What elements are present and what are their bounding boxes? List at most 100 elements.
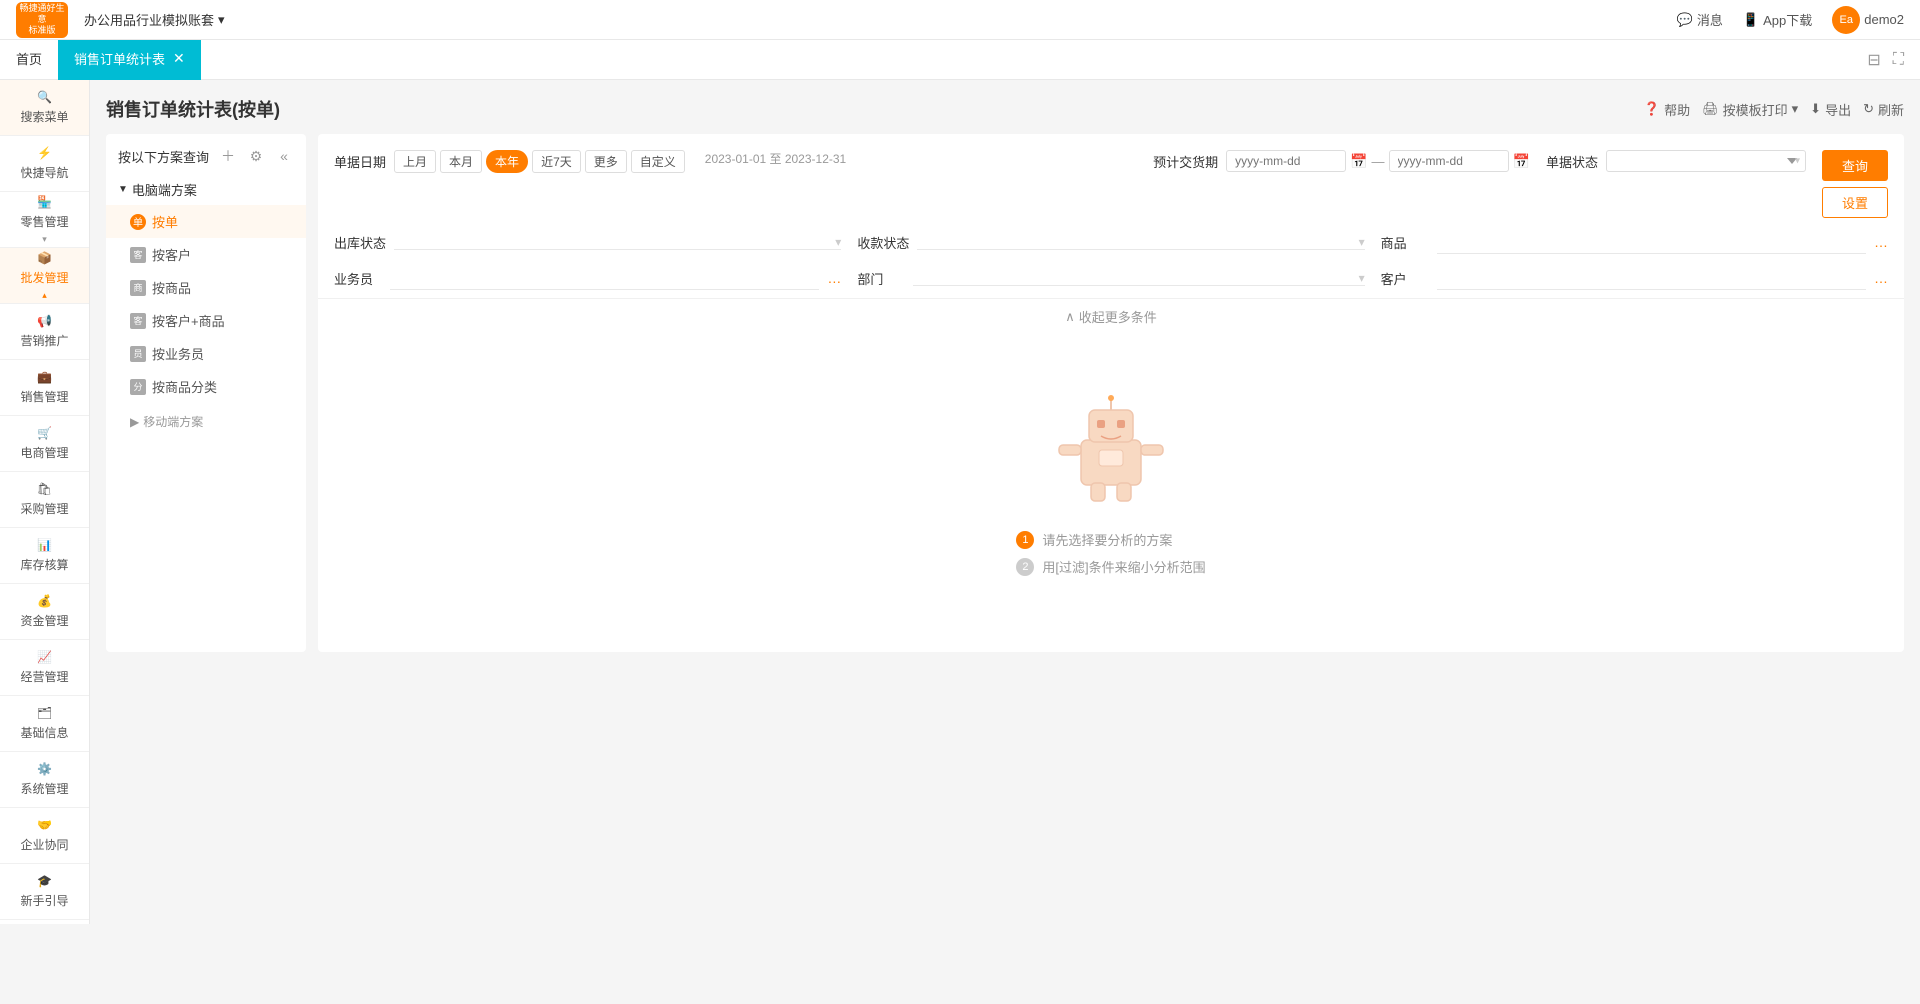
mobile-section-header[interactable]: ▶ 移动端方案 (106, 407, 306, 436)
scheme-item-by-salesperson[interactable]: 员 按业务员 (106, 337, 306, 370)
sidebar-item-enterprise[interactable]: 🤝 企业协同 (0, 808, 89, 864)
scheme-label: 按客户 (152, 245, 191, 264)
sidebar-item-ecommerce[interactable]: 🛒 电商管理 (0, 416, 89, 472)
sidebar-item-appstore[interactable]: 🔲 应用中心 (0, 920, 89, 924)
scheme-label: 按单 (152, 212, 178, 231)
sidebar-item-label: 库存核算 (20, 556, 68, 573)
out-status-select-wrap: ▾ (394, 234, 841, 250)
main-content: 销售订单统计表(按单) ❓ 帮助 🖨 按模板打印 ▾ ⬇ 导出 ↻ 刷新 (90, 80, 1920, 924)
chevron-down-icon: ▼ (118, 184, 128, 195)
sidebar-item-marketing[interactable]: 📢 营销推广 (0, 304, 89, 360)
message-btn[interactable]: 💬 消息 (1677, 10, 1723, 29)
logo-subtext: 标准版 (28, 25, 55, 36)
print-dropdown-icon: ▾ (1792, 101, 1799, 117)
sidebar-item-search-menu[interactable]: 🔍 搜索菜单 (0, 80, 89, 136)
scheme-section-pc-header[interactable]: ▼ 电脑端方案 (106, 174, 306, 205)
empty-tip-1: 1 请先选择要分析的方案 (1016, 530, 1205, 549)
date-btn-this-month[interactable]: 本月 (440, 150, 482, 173)
query-button[interactable]: 查询 (1822, 150, 1888, 181)
salesperson-input[interactable] (390, 266, 819, 290)
calendar-icon-1[interactable]: 📅 (1350, 153, 1367, 170)
payment-status-select[interactable] (917, 234, 1358, 249)
sidebar-item-basic[interactable]: 🗂 基础信息 (0, 696, 89, 752)
bill-date-filter: 单据日期 上月 本月 本年 近7天 更多 自定义 (334, 150, 685, 173)
goods-input[interactable] (1437, 230, 1866, 254)
expected-date-start[interactable] (1226, 150, 1346, 172)
sidebar-item-newbie[interactable]: 🎓 新手引导 (0, 864, 89, 920)
help-btn[interactable]: ❓ 帮助 (1644, 100, 1690, 119)
payment-status-select-wrap: ▾ (917, 234, 1364, 250)
app-title: 办公用品行业模拟账套 (84, 10, 214, 29)
left-panel-header: 按以下方案查询 ＋ ⚙ « (106, 146, 306, 174)
scheme-icon-sq3: 客 (130, 313, 146, 329)
sidebar-item-label: 销售管理 (20, 388, 68, 405)
sidebar-item-inventory[interactable]: 📊 库存核算 (0, 528, 89, 584)
scheme-item-by-order[interactable]: 单 按单 (106, 205, 306, 238)
dept-filter: 部门 ▾ (857, 266, 1364, 290)
salesperson-more-icon[interactable]: … (827, 270, 841, 286)
scheme-label: 按客户+商品 (152, 311, 225, 330)
sidebar-item-label: 电商管理 (20, 444, 68, 461)
setting-button[interactable]: 设置 (1822, 187, 1888, 218)
scheme-item-by-category[interactable]: 分 按商品分类 (106, 370, 306, 403)
download-icon: 📱 (1743, 12, 1759, 28)
mobile-section-label: 移动端方案 (143, 413, 203, 430)
customer-more-icon[interactable]: … (1874, 270, 1888, 286)
retail-icon: 🏪 (37, 195, 52, 209)
scheme-item-by-customer-goods[interactable]: 客 按客户+商品 (106, 304, 306, 337)
add-scheme-btn[interactable]: ＋ (218, 146, 238, 166)
tab-sales-order[interactable]: 销售订单统计表 ✕ (58, 40, 201, 80)
customer-filter: 客户 … (1381, 266, 1888, 290)
sidebar-item-retail[interactable]: 🏪 零售管理 ▾ (0, 192, 89, 248)
download-label: App下载 (1763, 10, 1812, 29)
sidebar-item-sales[interactable]: 💼 销售管理 (0, 360, 89, 416)
sidebar-item-wholesale[interactable]: 📦 批发管理 ▴ (0, 248, 89, 304)
basic-icon: 🗂 (37, 706, 52, 720)
date-btn-more[interactable]: 更多 (585, 150, 627, 173)
bill-status-select[interactable] (1606, 150, 1806, 172)
pc-section-label: 电脑端方案 (132, 180, 197, 199)
tab-home[interactable]: 首页 (0, 40, 58, 80)
export-btn[interactable]: ⬇ 导出 (1810, 100, 1851, 119)
tab-close-icon[interactable]: ✕ (173, 50, 185, 67)
scheme-item-by-customer[interactable]: 客 按客户 (106, 238, 306, 271)
sidebar-item-operations[interactable]: 📈 经营管理 (0, 640, 89, 696)
tab-maximize-icon[interactable]: ⛶ (1893, 51, 1904, 69)
date-btn-this-year[interactable]: 本年 (486, 150, 528, 173)
tip-text-2: 用[过滤]条件来缩小分析范围 (1042, 557, 1205, 576)
out-status-select[interactable] (394, 234, 835, 249)
download-btn[interactable]: 📱 App下载 (1743, 10, 1812, 29)
dept-select[interactable] (913, 270, 1358, 285)
sidebar-item-finance[interactable]: 💰 资金管理 (0, 584, 89, 640)
sidebar-item-system[interactable]: ⚙️ 系统管理 (0, 752, 89, 808)
sidebar-item-label: 搜索菜单 (20, 108, 68, 125)
date-btn-7days[interactable]: 近7天 (532, 150, 581, 173)
expected-date-end[interactable] (1389, 150, 1509, 172)
date-input-group: 📅 — 📅 (1226, 150, 1530, 172)
refresh-btn[interactable]: ↻ 刷新 (1863, 100, 1904, 119)
settings-scheme-btn[interactable]: ⚙ (246, 146, 266, 166)
scheme-item-by-goods[interactable]: 商 按商品 (106, 271, 306, 304)
date-btn-last-month[interactable]: 上月 (394, 150, 436, 173)
scheme-section-pc: ▼ 电脑端方案 单 按单 客 按客户 商 (106, 174, 306, 407)
app-dropdown[interactable]: 办公用品行业模拟账套 ▾ (84, 10, 225, 29)
collapse-btn[interactable]: ∧ 收起更多条件 (1065, 307, 1157, 326)
user-btn[interactable]: Ea demo2 (1832, 6, 1904, 34)
tab-minimize-icon[interactable]: ⊟ (1867, 50, 1880, 70)
scheme-icon-sq2: 商 (130, 280, 146, 296)
chevron-down-icon: ▾ (835, 235, 841, 249)
print-btn[interactable]: 🖨 按模板打印 ▾ (1702, 100, 1798, 119)
sidebar-item-quick-nav[interactable]: ⚡ 快捷导航 (0, 136, 89, 192)
message-icon: 💬 (1677, 12, 1693, 28)
sidebar: 🔍 搜索菜单 ⚡ 快捷导航 🏪 零售管理 ▾ 📦 批发管理 ▴ 📢 营销推广 💼… (0, 80, 90, 924)
sidebar-item-label: 经营管理 (20, 668, 68, 685)
goods-more-icon[interactable]: … (1874, 234, 1888, 250)
date-btn-custom[interactable]: 自定义 (631, 150, 685, 173)
sidebar-item-label: 营销推广 (20, 332, 68, 349)
calendar-icon-2[interactable]: 📅 (1513, 153, 1530, 170)
filter-row-1: 单据日期 上月 本月 本年 近7天 更多 自定义 2023-01-01 至 20… (334, 150, 1888, 218)
expected-date-label: 预计交货期 (1153, 152, 1218, 171)
sidebar-item-purchase[interactable]: 🛍 采购管理 (0, 472, 89, 528)
customer-input[interactable] (1437, 266, 1866, 290)
collapse-panel-btn[interactable]: « (274, 146, 294, 166)
